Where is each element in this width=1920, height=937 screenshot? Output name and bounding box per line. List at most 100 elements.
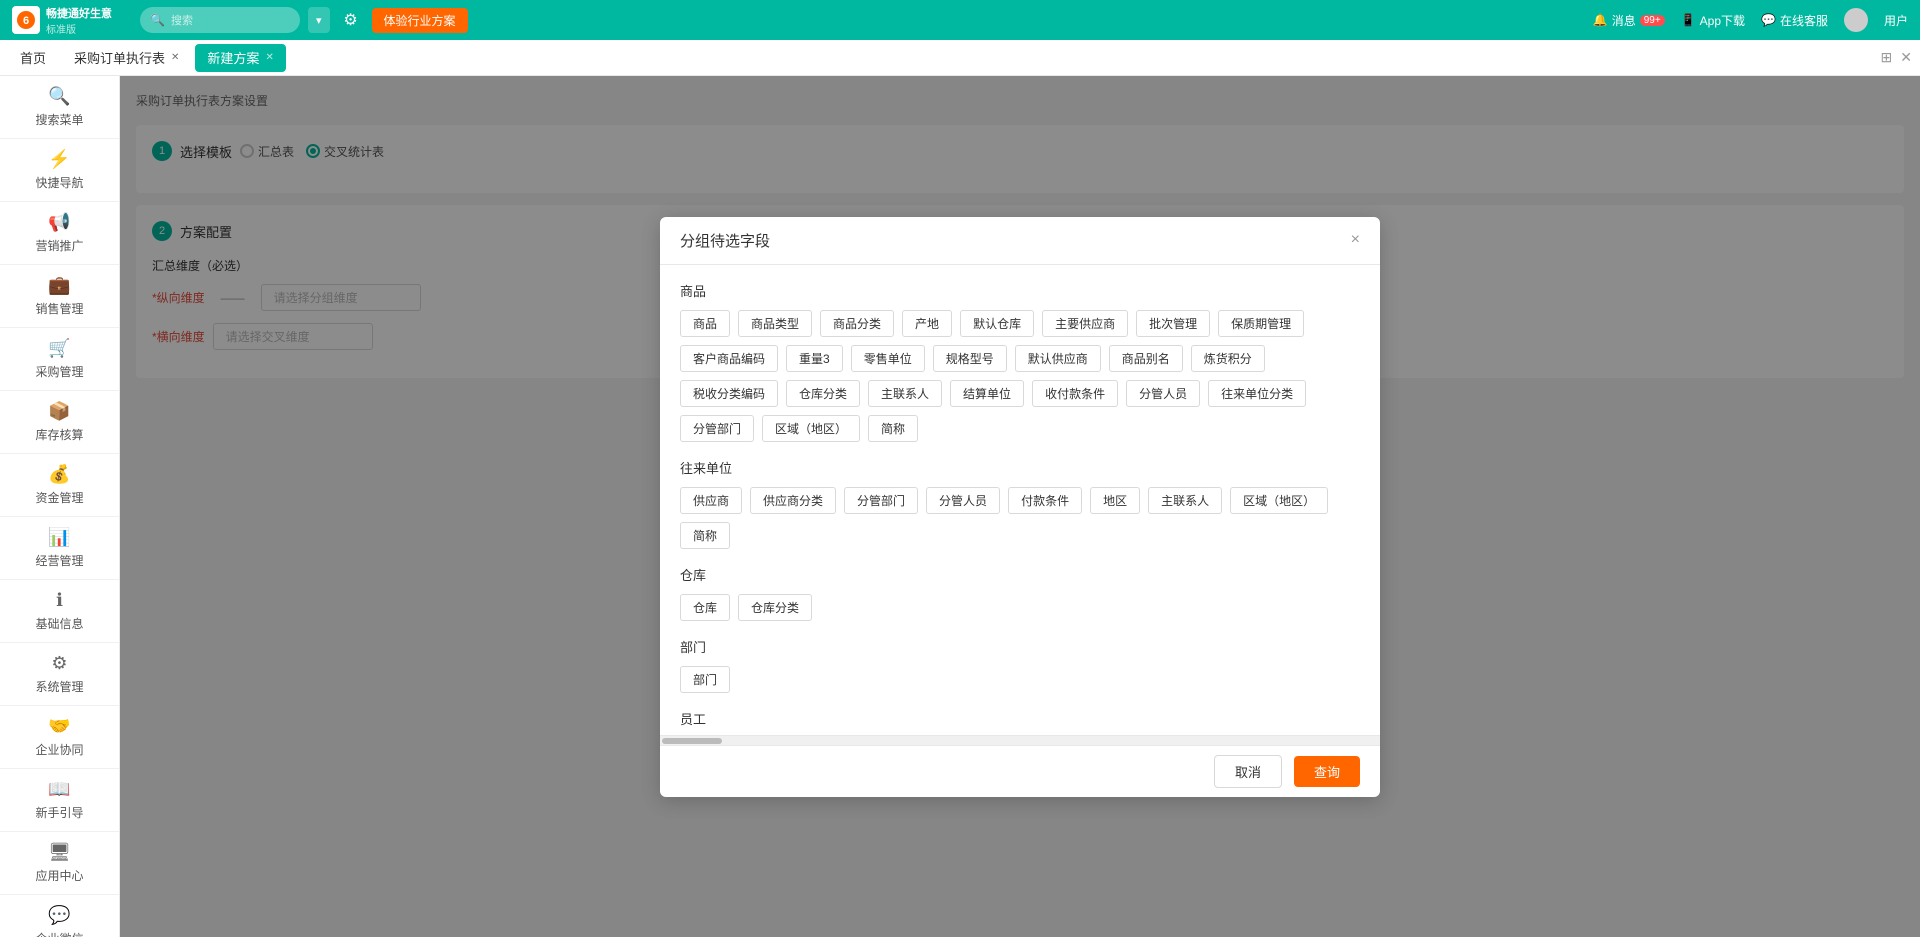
field-tag[interactable]: 结算单位: [950, 380, 1024, 407]
field-tag[interactable]: 区域（地区）: [762, 415, 860, 442]
field-tag[interactable]: 默认供应商: [1015, 345, 1101, 372]
sidebar-label: 经营管理: [35, 552, 83, 569]
field-tag[interactable]: 重量3: [786, 345, 843, 372]
service-icon: 💬: [1761, 13, 1776, 27]
field-tag[interactable]: 商品类型: [738, 310, 812, 337]
tab-purchase-list[interactable]: 采购订单执行表 ✕: [62, 44, 191, 72]
field-tag[interactable]: 仓库: [680, 594, 730, 621]
sidebar-label: 快捷导航: [35, 174, 83, 191]
download-label: App下载: [1700, 12, 1745, 29]
section-goods: 商品 商品 商品类型 商品分类 产地 默认仓库 主要供应商 批次管理 保质期管理…: [680, 281, 1360, 442]
sidebar-item-collab[interactable]: 🤝 企业协同: [0, 706, 119, 769]
field-tag[interactable]: 主联系人: [1148, 487, 1222, 514]
system-icon: ⚙: [51, 653, 67, 674]
modal-hscrollbar[interactable]: [660, 735, 1380, 745]
field-tag[interactable]: 供应商: [680, 487, 742, 514]
field-tag[interactable]: 商品: [680, 310, 730, 337]
quicknav-icon: ⚡: [48, 149, 70, 170]
apps-icon: 🖥: [48, 842, 71, 863]
settings-gear-icon[interactable]: ⚙: [338, 7, 364, 33]
app-download-btn[interactable]: 📱 App下载: [1681, 12, 1745, 29]
sidebar-item-system[interactable]: ⚙ 系统管理: [0, 643, 119, 706]
field-tag[interactable]: 地区: [1090, 487, 1140, 514]
tab-home[interactable]: 首页: [8, 44, 58, 72]
field-select-modal: 分组待选字段 × 商品 商品 商品类型 商品分类 产地 默认仓库 主要供应商 批…: [660, 217, 1380, 797]
field-tag[interactable]: 主要供应商: [1042, 310, 1128, 337]
sidebar-label: 企业协同: [35, 741, 83, 758]
field-tag[interactable]: 零售单位: [851, 345, 925, 372]
info-icon: ℹ: [56, 590, 63, 611]
field-tag[interactable]: 规格型号: [933, 345, 1007, 372]
search-icon: 🔍: [150, 13, 165, 27]
field-tag[interactable]: 分管部门: [680, 415, 754, 442]
sidebar-item-info[interactable]: ℹ 基础信息: [0, 580, 119, 643]
user-avatar[interactable]: [1844, 8, 1868, 32]
notification-btn[interactable]: 🔔 消息 99+: [1593, 12, 1665, 29]
sidebar-item-apps[interactable]: 🖥 应用中心: [0, 832, 119, 895]
sales-icon: 💼: [48, 275, 70, 296]
global-search[interactable]: 🔍 搜索: [140, 7, 300, 33]
field-tag[interactable]: 收付款条件: [1032, 380, 1118, 407]
field-tag[interactable]: 简称: [680, 522, 730, 549]
guide-icon: 📖: [48, 779, 70, 800]
field-tag[interactable]: 商品别名: [1109, 345, 1183, 372]
section-department: 部门 部门: [680, 637, 1360, 693]
tab-expand-icon[interactable]: ⊞: [1881, 49, 1893, 66]
section-goods-title: 商品: [680, 281, 1360, 300]
tab-bar-right: ⊞ ✕: [1881, 49, 1912, 66]
field-tag[interactable]: 客户商品编码: [680, 345, 778, 372]
cancel-button[interactable]: 取消: [1214, 755, 1282, 788]
modal-header: 分组待选字段 ×: [660, 217, 1380, 265]
sidebar-label: 新手引导: [35, 804, 83, 821]
sidebar-item-marketing[interactable]: 📢 营销推广: [0, 202, 119, 265]
field-tag[interactable]: 保质期管理: [1218, 310, 1304, 337]
confirm-button[interactable]: 查询: [1294, 756, 1360, 787]
field-tag[interactable]: 产地: [902, 310, 952, 337]
sidebar-item-business[interactable]: 📊 经营管理: [0, 517, 119, 580]
tab-home-label: 首页: [20, 48, 46, 67]
sidebar-label: 销售管理: [35, 300, 83, 317]
field-tag[interactable]: 分管人员: [1126, 380, 1200, 407]
trial-btn[interactable]: 体验行业方案: [372, 8, 468, 33]
field-tag[interactable]: 分管部门: [844, 487, 918, 514]
field-tag[interactable]: 分管人员: [926, 487, 1000, 514]
field-tag[interactable]: 付款条件: [1008, 487, 1082, 514]
field-tag[interactable]: 部门: [680, 666, 730, 693]
sidebar-item-purchase[interactable]: 🛒 采购管理: [0, 328, 119, 391]
field-tag[interactable]: 主联系人: [868, 380, 942, 407]
sidebar-item-search[interactable]: 🔍 搜索菜单: [0, 76, 119, 139]
goods-field-tags: 商品 商品类型 商品分类 产地 默认仓库 主要供应商 批次管理 保质期管理 客户…: [680, 310, 1360, 442]
close-icon[interactable]: ✕: [171, 52, 179, 63]
inventory-icon: 📦: [48, 401, 70, 422]
modal-title: 分组待选字段: [680, 230, 770, 251]
close-icon[interactable]: ✕: [265, 52, 273, 63]
field-tag[interactable]: 批次管理: [1136, 310, 1210, 337]
modal-body: 商品 商品 商品类型 商品分类 产地 默认仓库 主要供应商 批次管理 保质期管理…: [660, 265, 1380, 735]
tab-new-plan[interactable]: 新建方案 ✕: [195, 44, 285, 72]
modal-close-btn[interactable]: ×: [1351, 231, 1360, 249]
sidebar-item-quicknav[interactable]: ⚡ 快捷导航: [0, 139, 119, 202]
field-tag[interactable]: 往来单位分类: [1208, 380, 1306, 407]
nav-dropdown[interactable]: ▾: [308, 7, 330, 33]
sidebar-item-finance[interactable]: 💰 资金管理: [0, 454, 119, 517]
sidebar-label: 系统管理: [35, 678, 83, 695]
partner-field-tags: 供应商 供应商分类 分管部门 分管人员 付款条件 地区 主联系人 区域（地区） …: [680, 487, 1360, 549]
field-tag[interactable]: 商品分类: [820, 310, 894, 337]
field-tag[interactable]: 默认仓库: [960, 310, 1034, 337]
section-employee: 员工 业务员: [680, 709, 1360, 735]
field-tag[interactable]: 区域（地区）: [1230, 487, 1328, 514]
tab-close-all-icon[interactable]: ✕: [1900, 49, 1912, 66]
field-tag[interactable]: 供应商分类: [750, 487, 836, 514]
field-tag[interactable]: 炼货积分: [1191, 345, 1265, 372]
sidebar-item-sales[interactable]: 💼 销售管理: [0, 265, 119, 328]
field-tag[interactable]: 简称: [868, 415, 918, 442]
sidebar-item-inventory[interactable]: 📦 库存核算: [0, 391, 119, 454]
field-tag[interactable]: 仓库分类: [786, 380, 860, 407]
download-icon: 📱: [1681, 13, 1696, 27]
sidebar-item-wechat[interactable]: 💬 企业微信: [0, 895, 119, 937]
field-tag[interactable]: 仓库分类: [738, 594, 812, 621]
sidebar-item-guide[interactable]: 📖 新手引导: [0, 769, 119, 832]
section-department-title: 部门: [680, 637, 1360, 656]
field-tag[interactable]: 税收分类编码: [680, 380, 778, 407]
online-service-btn[interactable]: 💬 在线客服: [1761, 12, 1828, 29]
